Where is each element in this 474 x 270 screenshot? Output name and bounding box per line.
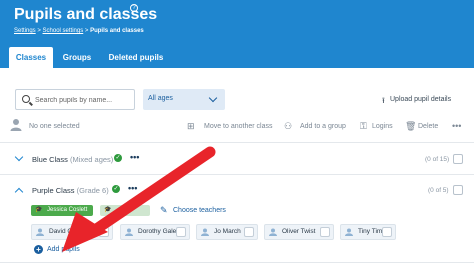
pupil-icon xyxy=(125,228,133,236)
upload-icon: ⭱ xyxy=(382,96,385,105)
plus-icon: + xyxy=(34,245,43,254)
teacher-chip: 🎓 Jessica Coslett xyxy=(31,205,93,216)
class-subtitle: (Mixed ages) xyxy=(69,155,114,164)
check-icon: ✓ xyxy=(114,154,122,162)
pupil-name: Jo March xyxy=(214,228,241,235)
class-menu-button[interactable]: ••• xyxy=(128,183,137,193)
pupil-name: David Copper xyxy=(49,228,89,235)
search-input[interactable] xyxy=(35,93,131,107)
edit-icon: ✎ xyxy=(160,205,168,215)
pupil-card[interactable]: Oliver Twist xyxy=(264,224,334,240)
breadcrumb-current: Pupils and classes xyxy=(90,28,144,34)
pupil-name: Dorothy Gale xyxy=(138,228,177,235)
pupil-icon xyxy=(345,228,353,236)
help-icon[interactable]: ? xyxy=(130,4,138,12)
selection-count: (0 of 15) xyxy=(425,156,450,163)
class-select-checkbox[interactable] xyxy=(453,185,463,195)
selection-status: No one selected xyxy=(29,123,80,130)
trash-icon: 🗑 xyxy=(405,121,417,131)
add-to-group-button[interactable]: Add to a group xyxy=(300,123,346,130)
page-header: Pupils and classes ? Settings > School s… xyxy=(0,0,474,69)
selection-count: (0 of 5) xyxy=(428,187,449,194)
divider xyxy=(0,174,474,175)
app-window: Pupils and classes ? Settings > School s… xyxy=(0,0,474,270)
breadcrumb-school-settings[interactable]: School settings xyxy=(43,28,84,34)
pupil-card[interactable]: Dorothy Gale xyxy=(120,224,190,240)
add-pupils-link[interactable]: Add pupils xyxy=(47,246,80,253)
class-title: Purple Class xyxy=(32,186,75,195)
upload-pupil-details-button[interactable]: ⭱ Upload pupil details xyxy=(382,96,452,105)
pupil-checkbox[interactable] xyxy=(320,227,330,237)
class-title: Blue Class xyxy=(32,155,68,164)
key-icon: ⚿ xyxy=(360,121,367,131)
choose-teachers-link[interactable]: Choose teachers xyxy=(173,207,226,214)
class-select-checkbox[interactable] xyxy=(453,154,463,164)
pupil-icon xyxy=(269,228,277,236)
breadcrumb-separator: > xyxy=(35,28,43,34)
chevron-up-icon[interactable] xyxy=(14,187,24,197)
logins-button[interactable]: Logins xyxy=(372,123,393,130)
pupil-card[interactable]: Jo March xyxy=(196,224,258,240)
teacher-name: Jessica Coslett xyxy=(47,207,88,213)
chevron-down-icon xyxy=(208,93,218,103)
graduation-cap-icon: 🎓 xyxy=(35,207,43,213)
toolbar-more-button[interactable]: ••• xyxy=(452,121,461,131)
pupil-card[interactable]: David Copper xyxy=(31,224,113,240)
upload-label: Upload pupil details xyxy=(390,96,452,103)
age-filter-value: All ages xyxy=(148,95,173,102)
pupil-card[interactable]: Tiny Tim xyxy=(340,224,396,240)
pupil-checkbox[interactable] xyxy=(382,227,392,237)
class-subtitle: (Grade 6) xyxy=(76,186,109,195)
pupil-name: Tiny Tim xyxy=(358,228,383,235)
pupil-icon xyxy=(36,228,44,236)
divider xyxy=(0,262,474,263)
user-icon xyxy=(10,119,22,131)
pupil-checkbox[interactable] xyxy=(244,227,254,237)
graduation-cap-icon: 🎓 xyxy=(104,207,112,213)
move-to-another-class-button[interactable]: Move to another class xyxy=(204,123,272,130)
breadcrumb: Settings > School settings > Pupils and … xyxy=(14,28,144,34)
pupil-checkbox[interactable] xyxy=(176,227,186,237)
move-icon: ⊞ xyxy=(187,121,195,131)
search-box xyxy=(15,89,135,110)
pupil-icon xyxy=(201,228,209,236)
pupil-checkbox[interactable] xyxy=(99,227,109,237)
breadcrumb-settings[interactable]: Settings xyxy=(14,28,36,34)
class-name-purple[interactable]: Purple Class (Grade 6) xyxy=(32,186,109,195)
tab-groups[interactable]: Groups xyxy=(62,47,92,69)
age-filter-select[interactable]: All ages xyxy=(143,89,225,110)
tab-deleted-pupils[interactable]: Deleted pupils xyxy=(106,47,166,69)
group-icon: ⚇ xyxy=(284,121,293,131)
pupil-name: Oliver Twist xyxy=(282,228,316,235)
class-menu-button[interactable]: ••• xyxy=(130,152,139,162)
chevron-down-icon[interactable] xyxy=(14,152,24,162)
delete-button[interactable]: Delete xyxy=(418,123,438,130)
tab-classes[interactable]: Classes xyxy=(9,47,53,69)
divider xyxy=(0,142,474,143)
class-name-blue[interactable]: Blue Class (Mixed ages) xyxy=(32,155,113,164)
check-icon: ✓ xyxy=(112,185,120,193)
search-icon xyxy=(22,95,30,103)
teacher-chip: 🎓 xyxy=(100,205,150,216)
